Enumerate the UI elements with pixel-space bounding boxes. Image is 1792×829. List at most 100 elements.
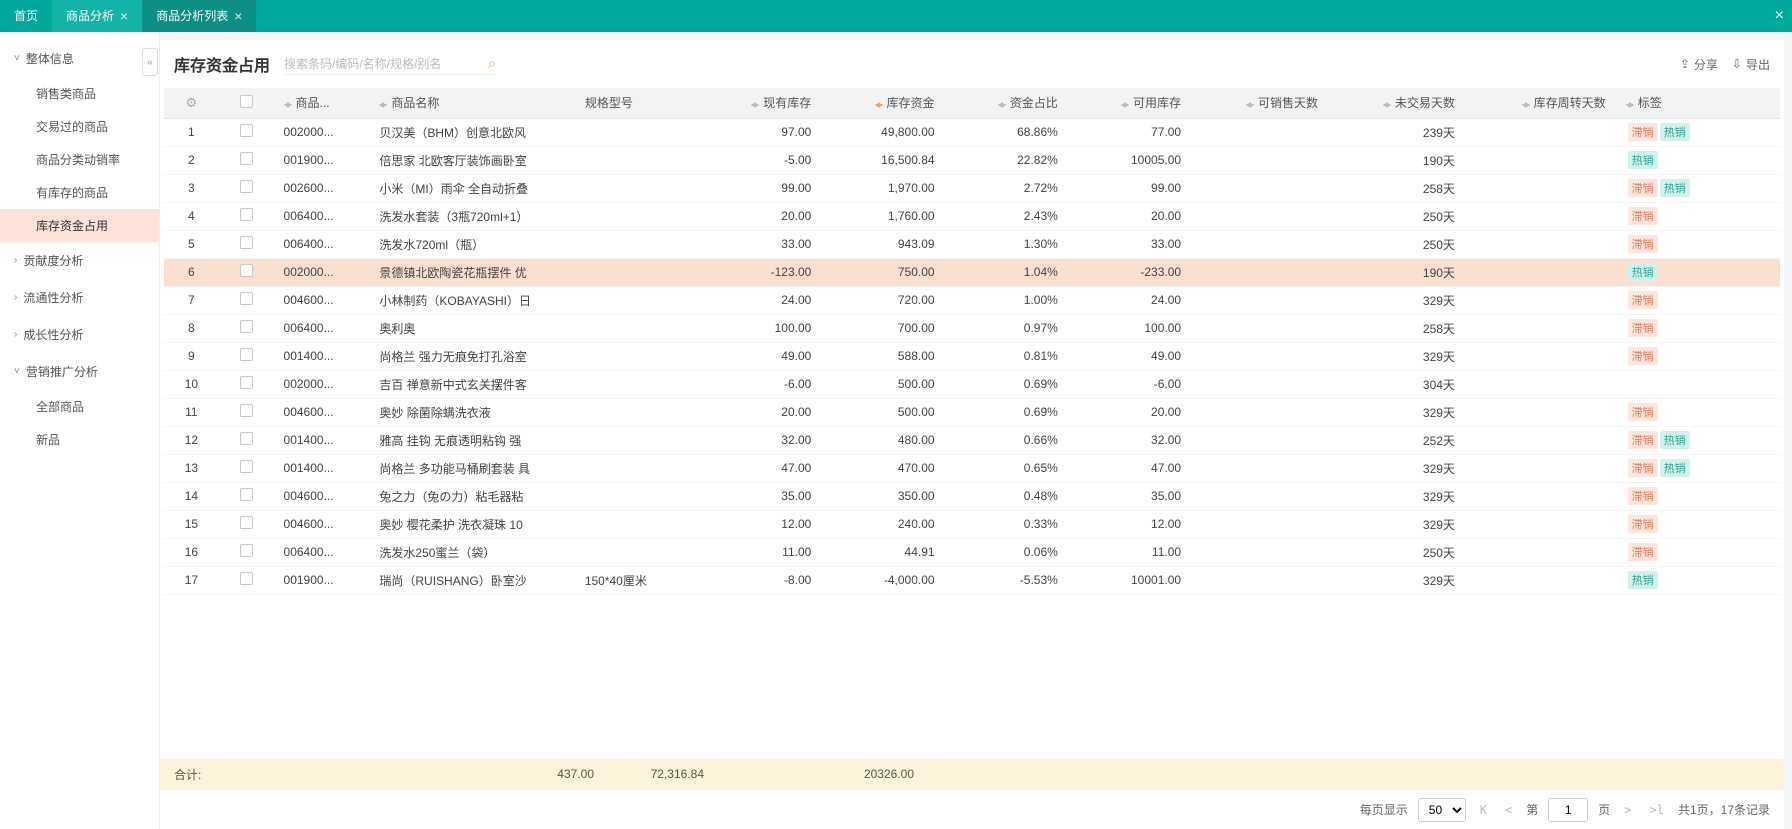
row-checkbox[interactable] [240,404,253,417]
row-checkbox[interactable] [240,292,253,305]
sidebar-item-0-4[interactable]: 库存资金占用 [0,209,159,242]
sidebar-group-3[interactable]: ›成长性分析 [0,316,159,353]
gear-icon[interactable]: ⚙ [186,95,198,110]
tag-slow: 滞销 [1628,179,1658,197]
row-checkbox[interactable] [240,208,253,221]
sidebar-item-0-2[interactable]: 商品分类动销率 [0,143,159,176]
tab-0[interactable]: 首页 [0,0,52,32]
row-checkbox[interactable] [240,516,253,529]
export-button[interactable]: ⇩ 导出 [1732,56,1770,73]
search-icon[interactable]: ⌕ [488,55,496,72]
tab-2[interactable]: 商品分析列表× [142,0,256,32]
page-prev-icon[interactable]: < [1501,803,1516,817]
row-checkbox[interactable] [240,432,253,445]
sidebar-item-0-1[interactable]: 交易过的商品 [0,110,159,143]
table-row[interactable]: 17001900...瑞尚（RUISHANG）卧室沙150*40厘米-8.00-… [164,566,1780,594]
tag-slow: 滞销 [1628,515,1658,533]
col-tags[interactable]: 标签 [1616,88,1780,118]
col-turn[interactable]: 库存周转天数 [1465,88,1616,118]
row-checkbox[interactable] [240,152,253,165]
page-next-icon[interactable]: > [1620,803,1635,817]
table-row[interactable]: 15004600...奥妙 樱花柔护 洗衣凝珠 1012.00240.000.3… [164,510,1780,538]
tab-close-icon[interactable]: × [120,0,128,32]
table-row[interactable]: 4006400...洗发水套装（3瓶720ml+1）20.001,760.002… [164,202,1780,230]
share-icon: ⇪ [1680,57,1690,71]
close-all-icon[interactable]: × [1775,0,1784,32]
page-summary: 共1页，17条记录 [1678,801,1770,818]
table-wrap[interactable]: ⚙ 商品...商品名称规格型号现有库存库存资金资金占比可用库存可销售天数未交易天数… [160,88,1784,759]
table-row[interactable]: 2001900...倍思家 北欧客厅装饰画卧室-5.0016,500.8422.… [164,146,1780,174]
table-row[interactable]: 5006400...洗发水720ml（瓶）33.00943.091.30%33.… [164,230,1780,258]
per-page-select[interactable]: 50 [1418,798,1466,822]
col-avail[interactable]: 可用库存 [1068,88,1191,118]
row-checkbox[interactable] [240,572,253,585]
col-code[interactable]: 商品... [274,88,370,118]
totals-label: 合计: [174,766,234,783]
tag-slow: 滞销 [1628,347,1658,365]
table-row[interactable]: 8006400...奥利奥100.00700.000.97%100.00258天… [164,314,1780,342]
sort-icon [1246,98,1254,110]
chevron-icon: › [14,292,17,303]
row-checkbox[interactable] [240,236,253,249]
toolbar: 库存资金占用 ⌕ ⇪ 分享 ⇩ 导出 [160,40,1784,88]
col-notrade[interactable]: 未交易天数 [1328,88,1465,118]
sidebar-item-4-0[interactable]: 全部商品 [0,390,159,423]
sidebar-item-0-3[interactable]: 有库存的商品 [0,176,159,209]
row-checkbox[interactable] [240,264,253,277]
table-row[interactable]: 9001400...尚格兰 强力无痕免打孔浴室49.00588.000.81%4… [164,342,1780,370]
checkbox-all[interactable] [240,95,253,108]
row-checkbox[interactable] [240,124,253,137]
sidebar-group-2[interactable]: ›流通性分析 [0,279,159,316]
row-checkbox[interactable] [240,544,253,557]
table-row[interactable]: 1002000...贝汉美（BHM）创意北欧风97.0049,800.0068.… [164,118,1780,146]
sidebar-item-0-0[interactable]: 销售类商品 [0,77,159,110]
tag-hot: 热销 [1660,459,1690,477]
tag-slow: 滞销 [1628,487,1658,505]
col-stock[interactable]: 现有库存 [698,88,821,118]
row-checkbox[interactable] [240,488,253,501]
share-button[interactable]: ⇪ 分享 [1680,56,1718,73]
page-last-icon[interactable]: >l [1646,803,1668,817]
page-first-icon[interactable]: K [1476,803,1491,817]
chevron-icon: ˅ [14,53,20,64]
sort-icon [379,98,387,110]
search-input[interactable] [284,57,484,71]
tab-1[interactable]: 商品分析× [52,0,142,32]
sidebar-group-1[interactable]: ›贡献度分析 [0,242,159,279]
col-spec: 规格型号 [575,88,698,118]
col-name[interactable]: 商品名称 [369,88,574,118]
row-checkbox[interactable] [240,376,253,389]
row-checkbox[interactable] [240,180,253,193]
sidebar-item-4-1[interactable]: 新品 [0,423,159,456]
tag-slow: 滞销 [1628,543,1658,561]
page-title: 库存资金占用 [174,52,270,76]
table-row[interactable]: 10002000...吉百 禅意新中式玄关摆件客-6.00500.000.69%… [164,370,1780,398]
table-row[interactable]: 13001400...尚格兰 多功能马桶刷套装 具47.00470.000.65… [164,454,1780,482]
col-fund[interactable]: 库存资金 [821,88,944,118]
table-row[interactable]: 3002600...小米（MI）雨伞 全自动折叠99.001,970.002.7… [164,174,1780,202]
tag-hot: 热销 [1660,431,1690,449]
tag-hot: 热销 [1628,263,1658,281]
tab-close-icon[interactable]: × [234,0,242,32]
export-icon: ⇩ [1732,57,1742,71]
row-checkbox[interactable] [240,348,253,361]
table-row[interactable]: 6002000...景德镇北欧陶瓷花瓶摆件 优-123.00750.001.04… [164,258,1780,286]
row-checkbox[interactable] [240,460,253,473]
table-row[interactable]: 16006400...洗发水250蜜兰（袋）11.0044.910.06%11.… [164,538,1780,566]
sidebar-group-4[interactable]: ˅营销推广分析 [0,353,159,390]
row-checkbox[interactable] [240,320,253,333]
page-number-input[interactable] [1548,798,1588,822]
table-row[interactable]: 14004600...兔之力（兔の力）粘毛器粘35.00350.000.48%3… [164,482,1780,510]
tag-hot: 热销 [1660,179,1690,197]
table-row[interactable]: 7004600...小林制药（KOBAYASHI）日24.00720.001.0… [164,286,1780,314]
col-ratio[interactable]: 资金占比 [945,88,1068,118]
totals-fund: 72,316.84 [594,767,704,781]
totals-bar: 合计: 437.00 72,316.84 20326.00 [160,759,1784,789]
tag-slow: 滞销 [1628,235,1658,253]
collapse-sidebar-icon[interactable]: « [142,48,158,76]
col-saledays[interactable]: 可销售天数 [1191,88,1328,118]
sort-icon [751,98,759,110]
table-row[interactable]: 11004600...奥妙 除菌除螨洗衣液20.00500.000.69%20.… [164,398,1780,426]
sidebar-group-0[interactable]: ˅整体信息 [0,40,159,77]
table-row[interactable]: 12001400...雅高 挂钩 无痕透明粘钩 强32.00480.000.66… [164,426,1780,454]
